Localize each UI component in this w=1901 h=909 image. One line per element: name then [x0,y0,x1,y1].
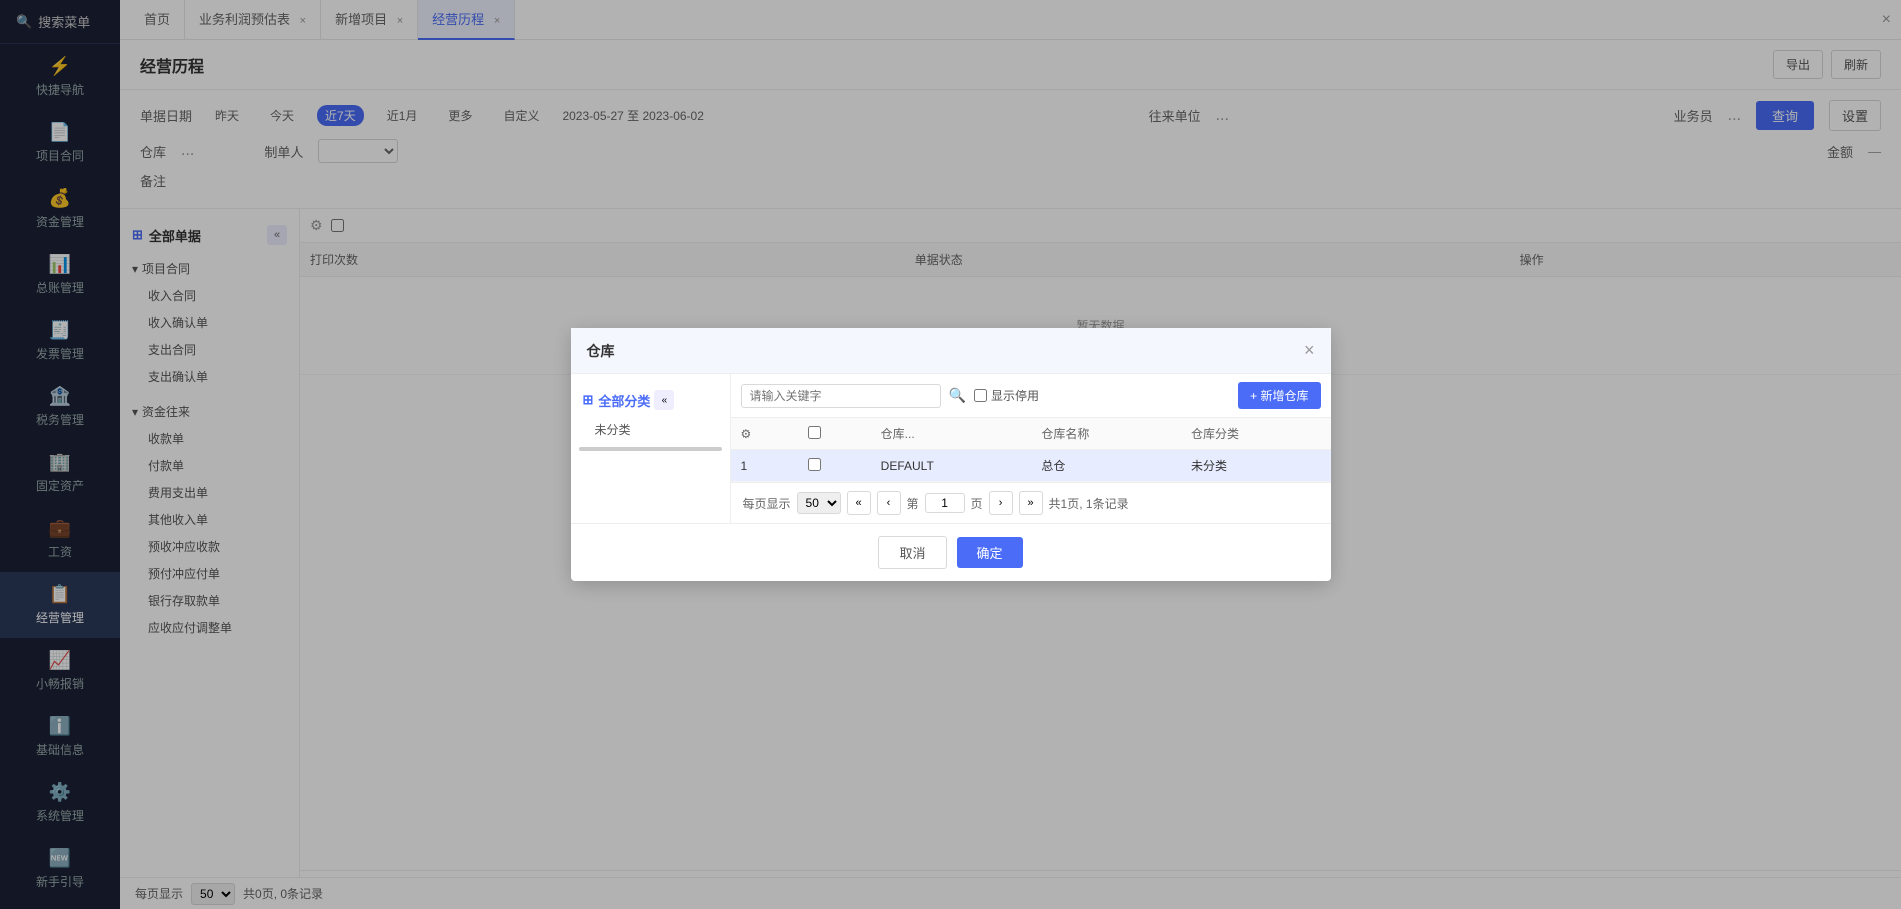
table-row[interactable]: 1 DEFAULT 总仓 未分类 [731,450,1331,482]
modal-first-page-btn[interactable]: « [847,491,871,515]
modal-uncategorized-item[interactable]: 未分类 [571,416,730,443]
col-checkbox [798,418,871,450]
modal-body: ⊞ 全部分类 « 未分类 🔍 显示停用 + 新增仓库 [571,374,1331,523]
modal-page-label: 第 [907,495,919,512]
col-warehouse-category: 仓库分类 [1181,418,1331,450]
row-num: 1 [731,450,799,482]
show-disabled-label: 显示停用 [974,387,1039,404]
row-checkbox[interactable] [798,450,871,482]
modal-next-page-btn[interactable]: › [989,491,1013,515]
modal-page-suffix: 页 [971,495,983,512]
modal-left-panel: ⊞ 全部分类 « 未分类 [571,374,731,523]
modal-left-scrollbar[interactable] [579,447,722,451]
modal-toolbar: 🔍 显示停用 + 新增仓库 [731,374,1331,418]
col-warehouse-name: 仓库名称 [1031,418,1181,450]
warehouse-modal: 仓库 × ⊞ 全部分类 « 未分类 🔍 [571,328,1331,581]
modal-overlay[interactable]: 仓库 × ⊞ 全部分类 « 未分类 🔍 [0,0,1901,909]
warehouse-search-btn[interactable]: 🔍 [949,387,966,404]
warehouse-table: ⚙ 仓库... 仓库名称 仓库分类 1 DEFAULT [731,418,1331,482]
grid2-icon: ⊞ [583,392,594,408]
row-code: DEFAULT [871,450,1032,482]
modal-left-header[interactable]: ⊞ 全部分类 « [571,384,730,416]
row-category: 未分类 [1181,450,1331,482]
modal-prev-page-btn[interactable]: ‹ [877,491,901,515]
show-disabled-checkbox[interactable] [974,389,987,402]
col-settings-icon: ⚙ [741,427,752,441]
modal-pagination: 每页显示 50 « ‹ 第 页 › » 共1页, 1条记录 [731,482,1331,523]
add-warehouse-btn[interactable]: + 新增仓库 [1238,382,1320,409]
modal-page-size-label: 每页显示 [743,495,791,512]
modal-page-input[interactable] [925,493,965,513]
modal-collapse-btn[interactable]: « [654,390,674,410]
modal-page-size-select[interactable]: 50 [797,492,841,514]
modal-confirm-btn[interactable]: 确定 [957,537,1023,568]
all-category-label: 全部分类 [598,391,650,410]
modal-header: 仓库 × [571,328,1331,374]
modal-table-container: ⚙ 仓库... 仓库名称 仓库分类 1 DEFAULT [731,418,1331,482]
modal-select-all[interactable] [808,426,821,439]
row-name: 总仓 [1031,450,1181,482]
modal-close-btn[interactable]: × [1304,340,1315,361]
modal-title: 仓库 [587,341,615,361]
modal-right-panel: 🔍 显示停用 + 新增仓库 ⚙ 仓库... [731,374,1331,523]
modal-last-page-btn[interactable]: » [1019,491,1043,515]
warehouse-search-input[interactable] [741,384,941,408]
col-warehouse-code: 仓库... [871,418,1032,450]
col-settings: ⚙ [731,418,799,450]
modal-cancel-btn[interactable]: 取消 [878,536,946,569]
modal-actions: 取消 确定 [571,523,1331,581]
modal-total-info: 共1页, 1条记录 [1049,495,1129,512]
